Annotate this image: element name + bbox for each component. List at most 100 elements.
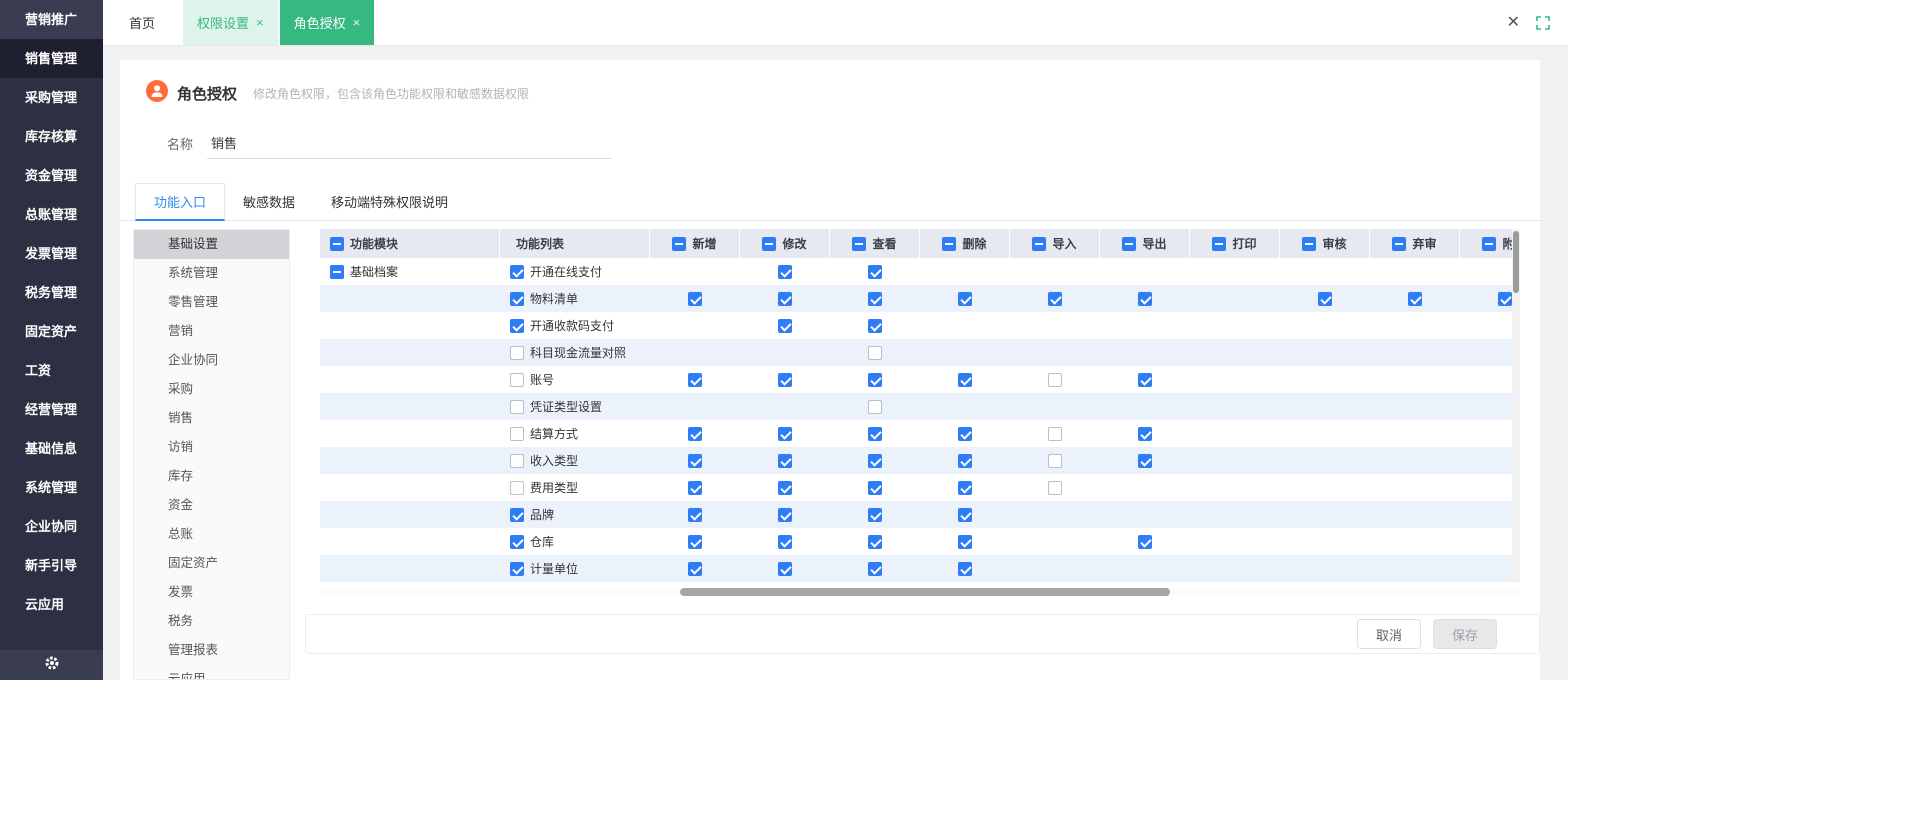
permission-checkbox[interactable] [688, 561, 702, 576]
module-list-item[interactable]: 采购 [134, 375, 289, 404]
permission-checkbox[interactable] [778, 426, 792, 441]
sidebar-item[interactable]: 发票管理 [0, 234, 103, 273]
permission-checkbox[interactable] [868, 507, 882, 522]
sidebar-item[interactable]: 工资 [0, 351, 103, 390]
perm-header-checkbox[interactable] [1392, 236, 1407, 251]
module-list-item[interactable]: 库存 [134, 462, 289, 491]
permission-checkbox[interactable] [688, 372, 702, 387]
permission-checkbox[interactable] [958, 507, 972, 522]
module-list-item[interactable]: 发票 [134, 578, 289, 607]
permission-checkbox[interactable] [778, 507, 792, 522]
module-list-item[interactable]: 固定资产 [134, 549, 289, 578]
permission-checkbox[interactable] [958, 480, 972, 495]
module-list-item[interactable]: 基础设置 [134, 230, 289, 259]
cancel-button[interactable]: 取消 [1356, 619, 1421, 649]
feature-checkbox[interactable] [510, 507, 524, 522]
tab-close-icon[interactable]: × [256, 15, 264, 30]
function-tab[interactable]: 敏感数据 [225, 183, 313, 220]
permission-checkbox[interactable] [778, 372, 792, 387]
feature-checkbox[interactable] [510, 264, 524, 279]
module-list-item[interactable]: 总账 [134, 520, 289, 549]
permission-checkbox[interactable] [1048, 426, 1062, 441]
name-input[interactable]: 销售 [207, 133, 613, 159]
module-list-item[interactable]: 云应用 [134, 665, 289, 679]
permission-checkbox[interactable] [778, 534, 792, 549]
permission-checkbox[interactable] [1048, 453, 1062, 468]
horizontal-scrollbar-thumb[interactable] [680, 588, 1170, 596]
feature-checkbox[interactable] [510, 534, 524, 549]
sidebar-settings-button[interactable] [0, 650, 103, 680]
permission-checkbox[interactable] [868, 534, 882, 549]
permission-checkbox[interactable] [1138, 426, 1152, 441]
sidebar-item[interactable]: 系统管理 [0, 468, 103, 507]
permission-checkbox[interactable] [778, 453, 792, 468]
feature-checkbox[interactable] [510, 345, 524, 360]
function-tab[interactable]: 移动端特殊权限说明 [313, 183, 466, 220]
tab-item[interactable]: 首页 [111, 0, 174, 45]
module-list-item[interactable]: 管理报表 [134, 636, 289, 665]
sidebar-item[interactable]: 资金管理 [0, 156, 103, 195]
vertical-scrollbar[interactable] [1512, 229, 1520, 582]
feature-checkbox[interactable] [510, 561, 524, 576]
fullscreen-icon[interactable] [1536, 15, 1550, 30]
feature-checkbox[interactable] [510, 426, 524, 441]
sidebar-item[interactable]: 采购管理 [0, 78, 103, 117]
perm-header-checkbox[interactable] [762, 236, 777, 251]
permission-checkbox[interactable] [868, 372, 882, 387]
permission-checkbox[interactable] [868, 453, 882, 468]
permission-checkbox[interactable] [868, 561, 882, 576]
sidebar-item[interactable]: 云应用 [0, 585, 103, 624]
permission-checkbox[interactable] [688, 426, 702, 441]
permission-checkbox[interactable] [958, 426, 972, 441]
module-list-item[interactable]: 资金 [134, 491, 289, 520]
sidebar-item[interactable]: 税务管理 [0, 273, 103, 312]
permission-checkbox[interactable] [868, 399, 882, 414]
permission-checkbox[interactable] [1048, 480, 1062, 495]
permission-checkbox[interactable] [958, 372, 972, 387]
permission-checkbox[interactable] [1138, 453, 1152, 468]
permission-checkbox[interactable] [868, 480, 882, 495]
permission-checkbox[interactable] [688, 453, 702, 468]
vertical-scrollbar-thumb[interactable] [1513, 231, 1519, 293]
tab-active[interactable]: 角色授权 × [279, 0, 375, 45]
permission-checkbox[interactable] [688, 291, 702, 306]
permission-checkbox[interactable] [1138, 372, 1152, 387]
feature-checkbox[interactable] [510, 453, 524, 468]
perm-header-checkbox[interactable] [1212, 236, 1227, 251]
permission-checkbox[interactable] [778, 264, 792, 279]
sidebar-item[interactable]: 营销推广 [0, 0, 103, 39]
permission-checkbox[interactable] [868, 264, 882, 279]
permission-checkbox[interactable] [1318, 291, 1332, 306]
sidebar-item[interactable]: 销售管理 [0, 39, 103, 78]
permission-checkbox[interactable] [1138, 534, 1152, 549]
module-list-item[interactable]: 系统管理 [134, 259, 289, 288]
permission-checkbox[interactable] [778, 480, 792, 495]
permission-checkbox[interactable] [868, 291, 882, 306]
module-list-item[interactable]: 访销 [134, 433, 289, 462]
permission-checkbox[interactable] [778, 291, 792, 306]
module-checkbox[interactable] [330, 264, 344, 279]
permission-checkbox[interactable] [958, 534, 972, 549]
perm-header-checkbox[interactable] [1482, 236, 1497, 251]
sidebar-item[interactable]: 基础信息 [0, 429, 103, 468]
permission-checkbox[interactable] [778, 318, 792, 333]
feature-checkbox[interactable] [510, 318, 524, 333]
permission-checkbox[interactable] [688, 534, 702, 549]
module-list-item[interactable]: 营销 [134, 317, 289, 346]
permission-checkbox[interactable] [1408, 291, 1422, 306]
tab-item[interactable]: 权限设置 × [183, 0, 278, 45]
perm-header-checkbox[interactable] [1032, 236, 1047, 251]
feature-checkbox[interactable] [510, 399, 524, 414]
close-icon[interactable]: ✕ [1507, 14, 1520, 31]
module-list-item[interactable]: 销售 [134, 404, 289, 433]
function-tab[interactable]: 功能入口 [135, 183, 226, 221]
sidebar-item[interactable]: 新手引导 [0, 546, 103, 585]
module-list-item[interactable]: 零售管理 [134, 288, 289, 317]
perm-header-checkbox[interactable] [1122, 236, 1137, 251]
tab-close-icon[interactable]: × [353, 15, 361, 30]
sidebar-item[interactable]: 经营管理 [0, 390, 103, 429]
sidebar-item[interactable]: 固定资产 [0, 312, 103, 351]
perm-header-checkbox[interactable] [1302, 236, 1317, 251]
perm-header-checkbox[interactable] [852, 236, 867, 251]
permission-checkbox[interactable] [1138, 291, 1152, 306]
